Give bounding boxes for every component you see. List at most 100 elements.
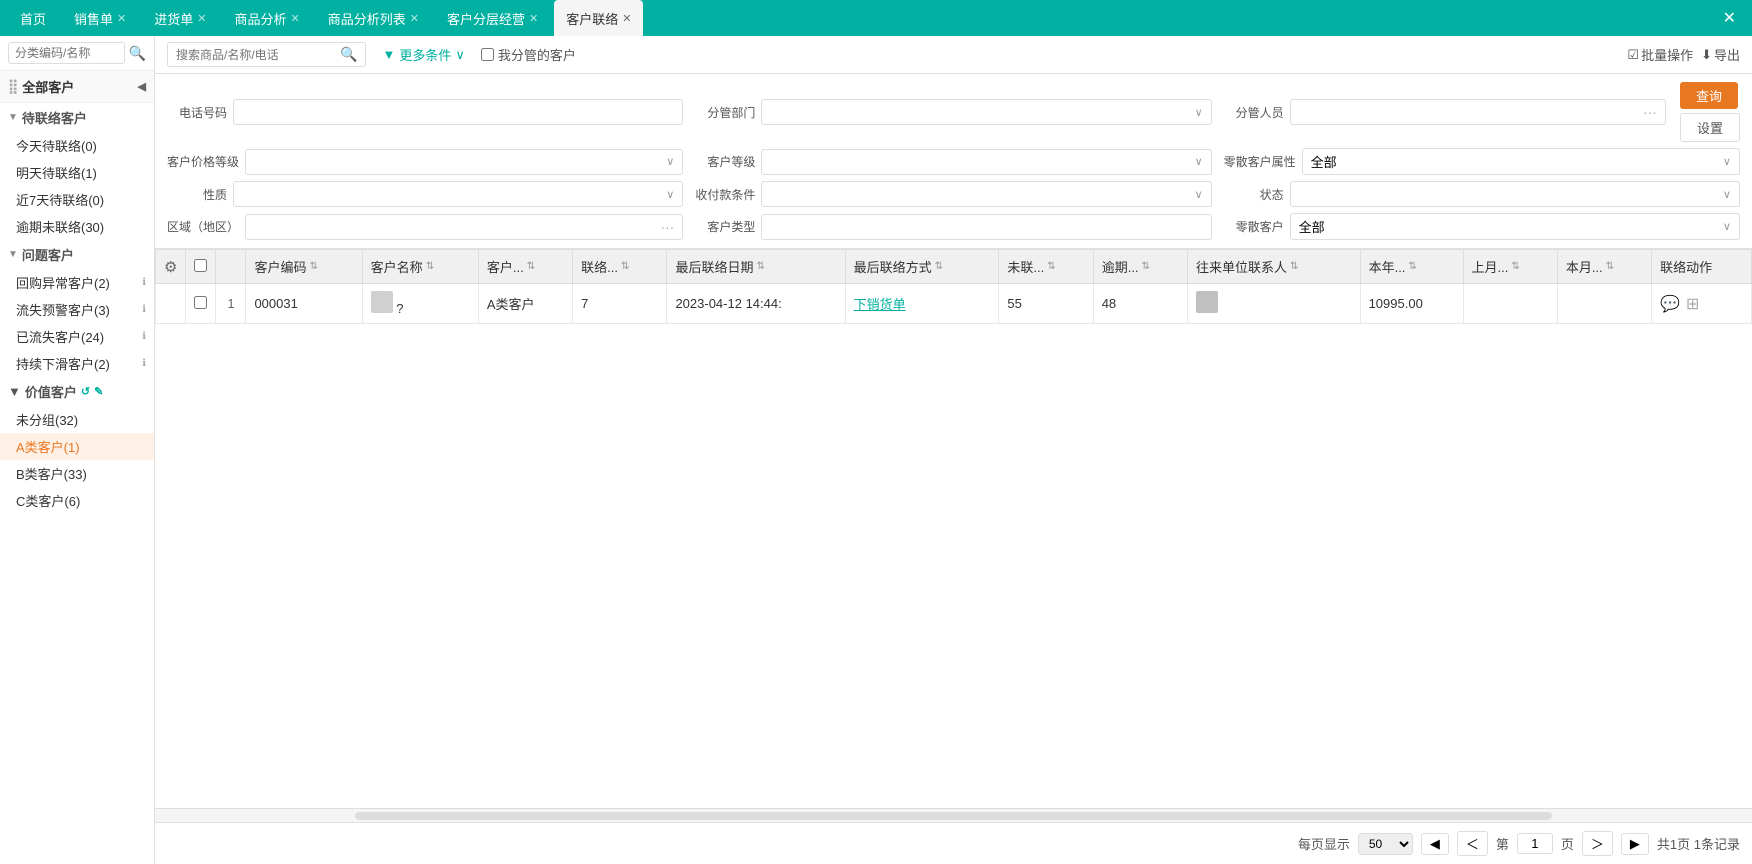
nav-tab-customer-contact[interactable]: 客户联络 ✕ bbox=[554, 0, 643, 36]
search-input[interactable] bbox=[176, 48, 336, 62]
sidebar-item-ungrouped[interactable]: 未分组(32) bbox=[0, 406, 154, 433]
price-level-select[interactable]: ∨ bbox=[245, 149, 683, 175]
row-contact-count: 7 bbox=[573, 284, 667, 324]
last-page-btn[interactable]: ▶ bbox=[1621, 833, 1649, 855]
customer-level-select[interactable]: ∨ bbox=[761, 149, 1211, 175]
customer-type-select[interactable] bbox=[761, 214, 1211, 240]
level-sort[interactable]: 客户... ⇅ bbox=[487, 257, 564, 276]
page-number-input[interactable] bbox=[1517, 833, 1553, 854]
settings-gear-icon[interactable]: ⚙ bbox=[164, 259, 177, 276]
settings-button[interactable]: 设置 bbox=[1680, 113, 1740, 142]
col-last-method[interactable]: 最后联络方式 ⇅ bbox=[845, 250, 999, 284]
customer-type-label: 客户类型 bbox=[695, 218, 755, 235]
nav-tab-analysis-list[interactable]: 商品分析列表 ✕ bbox=[316, 0, 431, 36]
col-last-date[interactable]: 最后联络日期 ⇅ bbox=[667, 250, 845, 284]
col-name[interactable]: 客户名称 ⇅ bbox=[362, 250, 478, 284]
nav-tab-customer-mgmt[interactable]: 客户分层经营 ✕ bbox=[435, 0, 550, 36]
row-checkbox[interactable] bbox=[194, 296, 207, 309]
sidebar-item-b-class[interactable]: B类客户(33) bbox=[0, 460, 154, 487]
close-app-button[interactable]: ✕ bbox=[1715, 8, 1744, 28]
region-select[interactable]: ··· bbox=[245, 214, 683, 240]
select-all-checkbox[interactable] bbox=[194, 259, 207, 272]
filter-nature-row: 性质 ∨ bbox=[167, 181, 683, 207]
sidebar-item-tomorrow[interactable]: 明天待联络(1) bbox=[0, 159, 154, 186]
retail-customer-select[interactable]: 全部 ∨ bbox=[1290, 213, 1740, 240]
sidebar-item-repurchase-anomaly[interactable]: 回购异常客户(2) ℹ bbox=[0, 269, 154, 296]
this-month-sort[interactable]: 本月... ⇅ bbox=[1566, 257, 1643, 276]
nav-tab-sales[interactable]: 销售单 ✕ bbox=[62, 0, 138, 36]
retail-attr-select[interactable]: 全部 ∨ bbox=[1302, 148, 1740, 175]
last-method-link[interactable]: 下销货单 bbox=[854, 297, 906, 312]
scrollbar-thumb[interactable] bbox=[355, 812, 1552, 820]
first-page-btn[interactable]: ◀ bbox=[1421, 833, 1449, 855]
payment-select[interactable]: ∨ bbox=[761, 181, 1211, 207]
col-no-contact[interactable]: 未联... ⇅ bbox=[999, 250, 1093, 284]
my-customers-checkbox[interactable] bbox=[481, 48, 494, 61]
col-last-month[interactable]: 上月... ⇅ bbox=[1463, 250, 1557, 284]
horizontal-scrollbar[interactable] bbox=[155, 808, 1752, 822]
sidebar-search-input[interactable] bbox=[8, 42, 125, 64]
dept-select[interactable]: ∨ bbox=[761, 99, 1211, 125]
sidebar-item-a-class[interactable]: A类客户(1) bbox=[0, 433, 154, 460]
contact-sort-icon: ⇅ bbox=[621, 261, 629, 272]
last-date-sort[interactable]: 最后联络日期 ⇅ bbox=[675, 257, 836, 276]
query-button[interactable]: 查询 bbox=[1680, 82, 1738, 109]
contact-person-sort[interactable]: 往来单位联系人 ⇅ bbox=[1196, 257, 1352, 276]
export-btn[interactable]: ⬇ 导出 bbox=[1701, 45, 1740, 64]
close-customer-contact-tab[interactable]: ✕ bbox=[622, 12, 631, 25]
collapse-icon[interactable]: ◀ bbox=[138, 80, 146, 93]
phone-input[interactable] bbox=[233, 99, 683, 125]
grid-icon: ⣿ bbox=[8, 78, 18, 95]
this-year-sort-icon: ⇅ bbox=[1408, 261, 1416, 272]
last-month-sort[interactable]: 上月... ⇅ bbox=[1472, 257, 1549, 276]
manager-select[interactable]: ··· bbox=[1290, 99, 1666, 125]
all-customers-header[interactable]: ⣿ 全部客户 ◀ bbox=[0, 71, 154, 103]
more-conditions-btn[interactable]: ▼ 更多条件 ∨ bbox=[374, 42, 472, 67]
last-method-sort[interactable]: 最后联络方式 ⇅ bbox=[854, 257, 991, 276]
close-analysis-list-tab[interactable]: ✕ bbox=[410, 12, 419, 25]
sidebar-item-7days[interactable]: 近7天待联络(0) bbox=[0, 186, 154, 213]
batch-op-btn[interactable]: ☑ 批量操作 bbox=[1627, 45, 1693, 64]
close-analysis-tab[interactable]: ✕ bbox=[291, 12, 300, 25]
contact-sort[interactable]: 联络... ⇅ bbox=[581, 257, 658, 276]
sidebar-item-today[interactable]: 今天待联络(0) bbox=[0, 132, 154, 159]
sidebar-search-icon[interactable]: 🔍 bbox=[129, 45, 146, 62]
sidebar-item-churned[interactable]: 已流失客户(24) ℹ bbox=[0, 323, 154, 350]
col-overdue[interactable]: 逾期... ⇅ bbox=[1093, 250, 1187, 284]
prev-page-btn[interactable]: ＜ bbox=[1457, 831, 1488, 856]
col-code[interactable]: 客户编码 ⇅ bbox=[246, 250, 362, 284]
close-purchase-tab[interactable]: ✕ bbox=[197, 12, 206, 25]
last-month-sort-icon: ⇅ bbox=[1511, 261, 1519, 272]
close-sales-tab[interactable]: ✕ bbox=[117, 12, 126, 25]
nature-select[interactable]: ∨ bbox=[233, 181, 683, 207]
search-icon[interactable]: 🔍 bbox=[340, 46, 357, 63]
no-contact-sort[interactable]: 未联... ⇅ bbox=[1007, 257, 1084, 276]
nav-tab-purchase[interactable]: 进货单 ✕ bbox=[142, 0, 218, 36]
col-contact-person[interactable]: 往来单位联系人 ⇅ bbox=[1187, 250, 1360, 284]
col-customer-level[interactable]: 客户... ⇅ bbox=[478, 250, 572, 284]
next-page-btn[interactable]: ＞ bbox=[1582, 831, 1613, 856]
sidebar-item-churn-warning[interactable]: 流失预警客户(3) ℹ bbox=[0, 296, 154, 323]
col-checkbox bbox=[186, 250, 216, 284]
page-size-select[interactable]: 50 100 200 bbox=[1358, 833, 1413, 855]
refresh-icon[interactable]: ↺ bbox=[81, 385, 90, 398]
status-select[interactable]: ∨ bbox=[1290, 181, 1740, 207]
close-customer-mgmt-tab[interactable]: ✕ bbox=[529, 12, 538, 25]
message-action-icon[interactable]: 💬 bbox=[1660, 294, 1680, 314]
code-sort[interactable]: 客户编码 ⇅ bbox=[254, 257, 353, 276]
sidebar-item-overdue[interactable]: 逾期未联络(30) bbox=[0, 213, 154, 240]
this-year-sort[interactable]: 本年... ⇅ bbox=[1369, 257, 1455, 276]
sidebar-item-declining[interactable]: 持续下滑客户(2) ℹ bbox=[0, 350, 154, 377]
action-buttons: 💬 ⊞ bbox=[1660, 294, 1743, 314]
name-sort[interactable]: 客户名称 ⇅ bbox=[371, 257, 470, 276]
nav-tab-analysis[interactable]: 商品分析 ✕ bbox=[222, 0, 311, 36]
col-this-month[interactable]: 本月... ⇅ bbox=[1557, 250, 1651, 284]
batch-icon: ☑ bbox=[1627, 47, 1639, 63]
col-this-year[interactable]: 本年... ⇅ bbox=[1360, 250, 1463, 284]
nav-home[interactable]: 首页 bbox=[8, 3, 58, 34]
overdue-sort[interactable]: 逾期... ⇅ bbox=[1102, 257, 1179, 276]
sidebar-item-c-class[interactable]: C类客户(6) bbox=[0, 487, 154, 514]
col-contact-count[interactable]: 联络... ⇅ bbox=[573, 250, 667, 284]
qr-action-icon[interactable]: ⊞ bbox=[1686, 294, 1699, 314]
edit-icon[interactable]: ✎ bbox=[94, 385, 103, 398]
